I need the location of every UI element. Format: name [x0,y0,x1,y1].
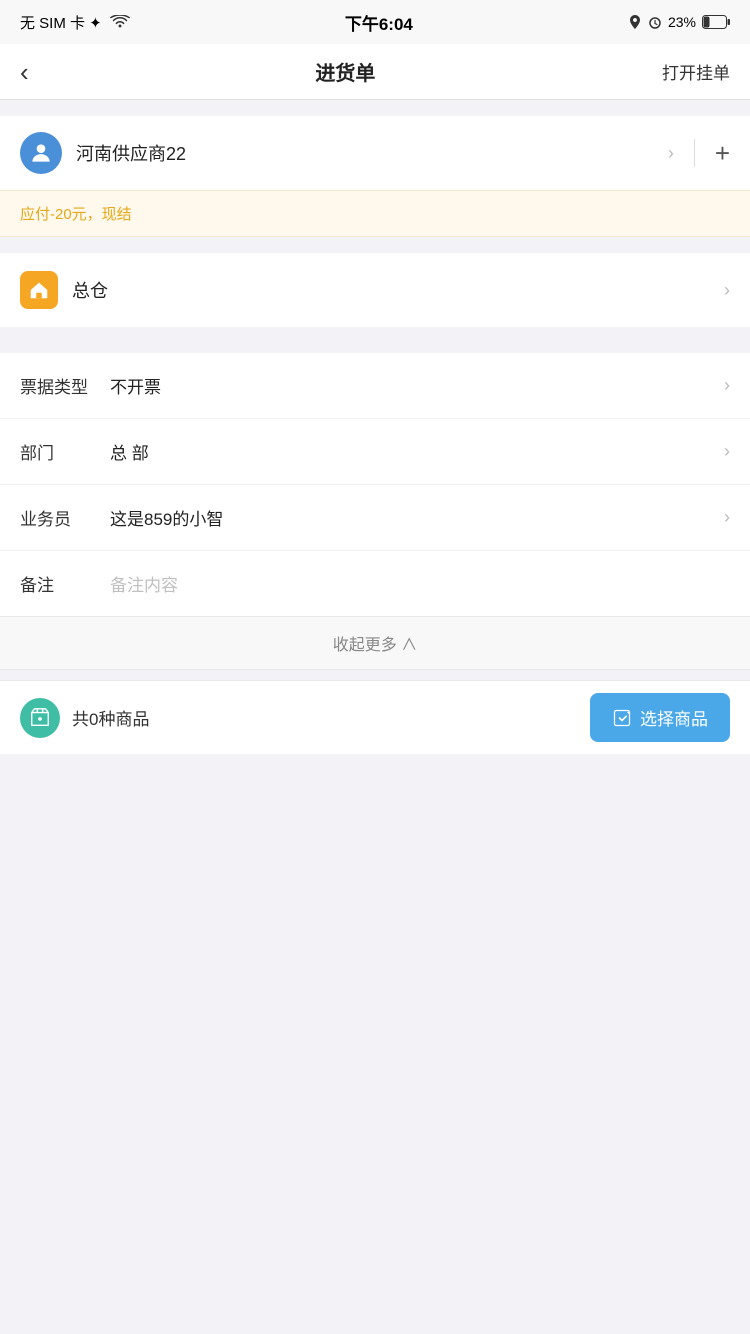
invoice-type-chevron-icon: › [724,375,730,396]
person-icon [28,140,54,166]
department-row[interactable]: 部门 总 部 › [0,419,750,485]
warehouse-name: 总仓 [72,277,724,303]
warehouse-icon-bg [20,271,58,309]
select-product-button[interactable]: 选择商品 [590,693,730,742]
collapse-row[interactable]: 收起更多 ∧ [0,616,750,670]
salesperson-chevron-icon: › [724,507,730,528]
remark-row[interactable]: 备注 备注内容 [0,551,750,616]
warehouse-chevron-icon: › [724,280,730,301]
house-icon [28,279,50,301]
open-pending-button[interactable]: 打开挂单 [662,59,730,84]
shopping-bag-icon [29,707,51,729]
status-bar: 无 SIM 卡 ✦ 下午6:04 23% [0,0,750,44]
department-chevron-icon: › [724,441,730,462]
invoice-type-label: 票据类型 [20,373,110,398]
section-gap-1 [0,100,750,116]
remark-input[interactable]: 备注内容 [110,571,730,596]
section-gap-2 [0,237,750,253]
supplier-name: 河南供应商22 [76,140,668,166]
nav-bar: ‹ 进货单 打开挂单 [0,44,750,100]
supplier-chevron-icon: › [668,143,674,164]
alarm-icon [648,15,662,29]
select-product-icon [612,708,632,728]
supplier-section: 河南供应商22 › + 应付-20元，现结 [0,116,750,237]
status-time: 下午6:04 [345,10,413,35]
signal-text: 无 SIM 卡 ✦ [20,12,102,33]
wifi-icon [110,15,130,29]
page-background [0,754,750,1054]
invoice-type-value: 不开票 [110,373,724,398]
bottom-bar: 共0种商品 选择商品 [0,680,750,754]
supplier-avatar [20,132,62,174]
warehouse-row[interactable]: 总仓 › [0,253,750,327]
add-supplier-button[interactable]: + [715,140,730,166]
notice-bar: 应付-20元，现结 [0,190,750,237]
select-product-label: 选择商品 [640,705,708,730]
salesperson-value: 这是859的小智 [110,505,724,530]
divider [694,139,695,167]
remark-label: 备注 [20,571,110,596]
invoice-type-row[interactable]: 票据类型 不开票 › [0,353,750,419]
back-button[interactable]: ‹ [20,59,29,85]
battery-icon [702,15,730,29]
salesperson-row[interactable]: 业务员 这是859的小智 › [0,485,750,551]
product-count-text: 共0种商品 [72,705,590,730]
status-right: 23% [628,14,730,30]
section-gap-3 [0,327,750,343]
form-section: 票据类型 不开票 › 部门 总 部 › 业务员 这是859的小智 › 备注 备注… [0,353,750,616]
salesperson-label: 业务员 [20,505,110,530]
battery-text: 23% [668,14,696,30]
department-value: 总 部 [110,439,724,464]
location-icon [628,15,642,29]
page-title: 进货单 [315,57,375,86]
supplier-row[interactable]: 河南供应商22 › + [0,116,750,190]
product-count-icon-bg [20,698,60,738]
department-label: 部门 [20,439,110,464]
status-left: 无 SIM 卡 ✦ [20,12,130,33]
